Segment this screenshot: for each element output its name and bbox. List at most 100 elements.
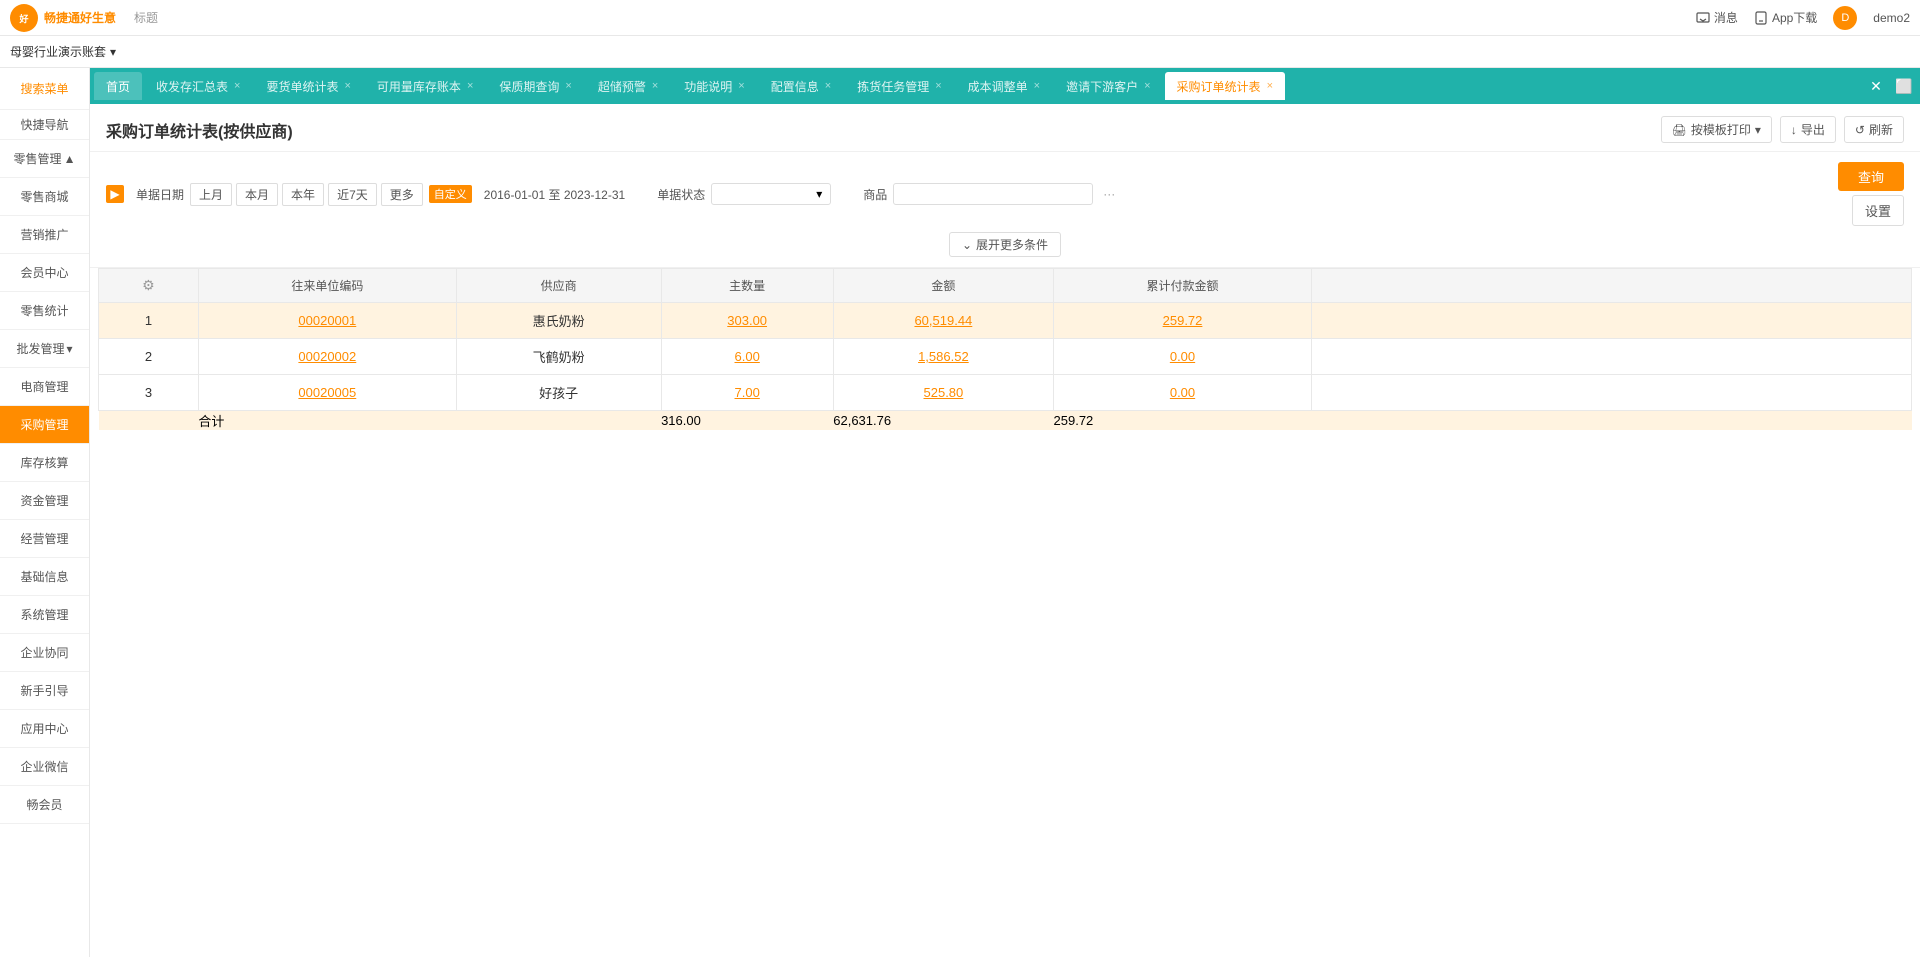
- date-quick-btns: 上月 本月 本年 近7天 更多: [190, 183, 423, 206]
- sidebar-item-wholesale[interactable]: 批发管理 ▾: [0, 330, 89, 368]
- sidebar-item-retail-management[interactable]: 零售管理 ▲: [0, 140, 89, 178]
- row-paid[interactable]: 259.72: [1054, 303, 1312, 339]
- table-settings-icon[interactable]: ⚙: [142, 277, 155, 293]
- tab-home[interactable]: 首页: [94, 72, 142, 100]
- quick-nav-btn[interactable]: 快捷导航: [0, 110, 89, 140]
- last-month-btn[interactable]: 上月: [190, 183, 232, 206]
- row-paid[interactable]: 0.00: [1054, 339, 1312, 375]
- tab-close-icon[interactable]: ×: [565, 80, 571, 92]
- expand-more-btn[interactable]: ⌄ 展开更多条件: [949, 232, 1061, 257]
- sidebar-item-operations[interactable]: 经营管理: [0, 520, 89, 558]
- row-paid[interactable]: 0.00: [1054, 375, 1312, 411]
- svg-text:好: 好: [18, 13, 28, 24]
- tab-label: 邀请下游客户: [1066, 78, 1138, 95]
- tab-purchase-order-stats[interactable]: 采购订单统计表 ×: [1165, 72, 1285, 100]
- tab-overstock-warning[interactable]: 超储预警 ×: [586, 72, 670, 100]
- goods-filter: 商品 ···: [863, 183, 1119, 205]
- tab-close-icon[interactable]: ×: [234, 80, 240, 92]
- refresh-btn[interactable]: ↺ 刷新: [1844, 116, 1904, 143]
- row-code[interactable]: 00020002: [198, 339, 456, 375]
- search-menu-btn[interactable]: 搜索菜单: [6, 76, 83, 101]
- row-code[interactable]: 00020005: [198, 375, 456, 411]
- goods-more-btn[interactable]: ···: [1099, 187, 1119, 201]
- tab-close-icon[interactable]: ×: [738, 80, 744, 92]
- row-amount[interactable]: 525.80: [833, 375, 1053, 411]
- tab-close-icon[interactable]: ×: [467, 80, 473, 92]
- goods-input[interactable]: [893, 183, 1093, 205]
- tab-label: 拣货任务管理: [857, 78, 929, 95]
- row-quantity[interactable]: 6.00: [661, 339, 833, 375]
- col-settings[interactable]: ⚙: [99, 269, 199, 303]
- print-btn[interactable]: 🖨 按模板打印 ▾: [1661, 116, 1772, 143]
- tab-close-icon[interactable]: ×: [935, 80, 941, 92]
- avatar: D: [1833, 6, 1857, 30]
- sidebar: 搜索菜单 快捷导航 零售管理 ▲ 零售商城 营销推广 会员中心 零售统计 批发管…: [0, 68, 90, 957]
- workspace-selector[interactable]: 母婴行业演示账套 ▾: [10, 43, 116, 60]
- tab-label: 配置信息: [771, 78, 819, 95]
- tab-close-window-btn[interactable]: ✕: [1864, 74, 1888, 98]
- tab-invite-customer[interactable]: 邀请下游客户 ×: [1054, 72, 1162, 100]
- tab-config-info[interactable]: 配置信息 ×: [759, 72, 843, 100]
- filter-bar: ▶ 单据日期 上月 本月 本年 近7天 更多 自定义 2016-01-: [90, 152, 1920, 268]
- tab-close-icon[interactable]: ×: [1144, 80, 1150, 92]
- sidebar-item-finance[interactable]: 资金管理: [0, 482, 89, 520]
- tab-collection-summary[interactable]: 收发存汇总表 ×: [144, 72, 252, 100]
- sidebar-item-member[interactable]: 畅会员: [0, 786, 89, 824]
- last-7-days-btn[interactable]: 近7天: [328, 183, 377, 206]
- sidebar-item-retail-shop[interactable]: 零售商城: [0, 178, 89, 216]
- app-download-btn[interactable]: App下载: [1754, 9, 1817, 26]
- sidebar-item-enterprise[interactable]: 企业协同: [0, 634, 89, 672]
- footer-paid: 259.72: [1054, 411, 1312, 431]
- tab-close-icon[interactable]: ×: [652, 80, 658, 92]
- row-quantity[interactable]: 303.00: [661, 303, 833, 339]
- workspace-name: 母婴行业演示账套: [10, 43, 106, 60]
- row-index: 3: [99, 375, 199, 411]
- data-table: ⚙ 往来单位编码 供应商 主数量 金额 累计付款金额 1 00020001: [98, 268, 1912, 430]
- row-quantity[interactable]: 7.00: [661, 375, 833, 411]
- footer-amount: 62,631.76: [833, 411, 1053, 431]
- footer-quantity: 316.00: [661, 411, 833, 431]
- sidebar-item-system[interactable]: 系统管理: [0, 596, 89, 634]
- sidebar-item-guide[interactable]: 新手引导: [0, 672, 89, 710]
- row-supplier: 惠氏奶粉: [456, 303, 661, 339]
- tab-close-icon[interactable]: ×: [1267, 80, 1273, 92]
- sidebar-item-marketing[interactable]: 营销推广: [0, 216, 89, 254]
- tab-restore-btn[interactable]: ⬜: [1892, 74, 1916, 98]
- status-label: 单据状态: [657, 186, 705, 203]
- sidebar-item-app-center[interactable]: 应用中心: [0, 710, 89, 748]
- sidebar-item-inventory[interactable]: 库存核算: [0, 444, 89, 482]
- tab-available-inventory[interactable]: 可用量库存账本 ×: [365, 72, 485, 100]
- toggle-filter-btn[interactable]: ▶: [106, 185, 124, 203]
- row-code[interactable]: 00020001: [198, 303, 456, 339]
- status-select[interactable]: ▾: [711, 183, 831, 205]
- sidebar-item-wechat[interactable]: 企业微信: [0, 748, 89, 786]
- tab-close-icon[interactable]: ×: [344, 80, 350, 92]
- tab-function-desc[interactable]: 功能说明 ×: [672, 72, 756, 100]
- query-btn[interactable]: 查询: [1838, 162, 1904, 191]
- sidebar-item-ecommerce[interactable]: 电商管理: [0, 368, 89, 406]
- row-index: 1: [99, 303, 199, 339]
- tab-cost-adjust[interactable]: 成本调整单 ×: [956, 72, 1052, 100]
- col-extra: [1312, 269, 1912, 303]
- sidebar-item-retail-stats[interactable]: 零售统计: [0, 292, 89, 330]
- top-bar-right: 消息 App下载 D demo2: [1696, 6, 1910, 30]
- tab-close-icon[interactable]: ×: [1034, 80, 1040, 92]
- message-btn[interactable]: 消息: [1696, 9, 1738, 26]
- custom-date-tag: 自定义: [429, 185, 472, 203]
- export-btn[interactable]: ↓ 导出: [1780, 116, 1836, 143]
- row-amount[interactable]: 60,519.44: [833, 303, 1053, 339]
- tab-order-stats[interactable]: 要货单统计表 ×: [254, 72, 362, 100]
- arrow-up-icon: ▲: [64, 152, 76, 166]
- tab-picking-task[interactable]: 拣货任务管理 ×: [845, 72, 953, 100]
- this-month-btn[interactable]: 本月: [236, 183, 278, 206]
- sidebar-item-basic-info[interactable]: 基础信息: [0, 558, 89, 596]
- expand-more-section: ⌄ 展开更多条件: [106, 232, 1904, 257]
- settings-btn[interactable]: 设置: [1852, 195, 1904, 226]
- sidebar-item-member-center[interactable]: 会员中心: [0, 254, 89, 292]
- row-amount[interactable]: 1,586.52: [833, 339, 1053, 375]
- more-date-btn[interactable]: 更多: [381, 183, 423, 206]
- tab-close-icon[interactable]: ×: [825, 80, 831, 92]
- tab-expiry-query[interactable]: 保质期查询 ×: [487, 72, 583, 100]
- this-year-btn[interactable]: 本年: [282, 183, 324, 206]
- sidebar-item-purchase[interactable]: 采购管理: [0, 406, 89, 444]
